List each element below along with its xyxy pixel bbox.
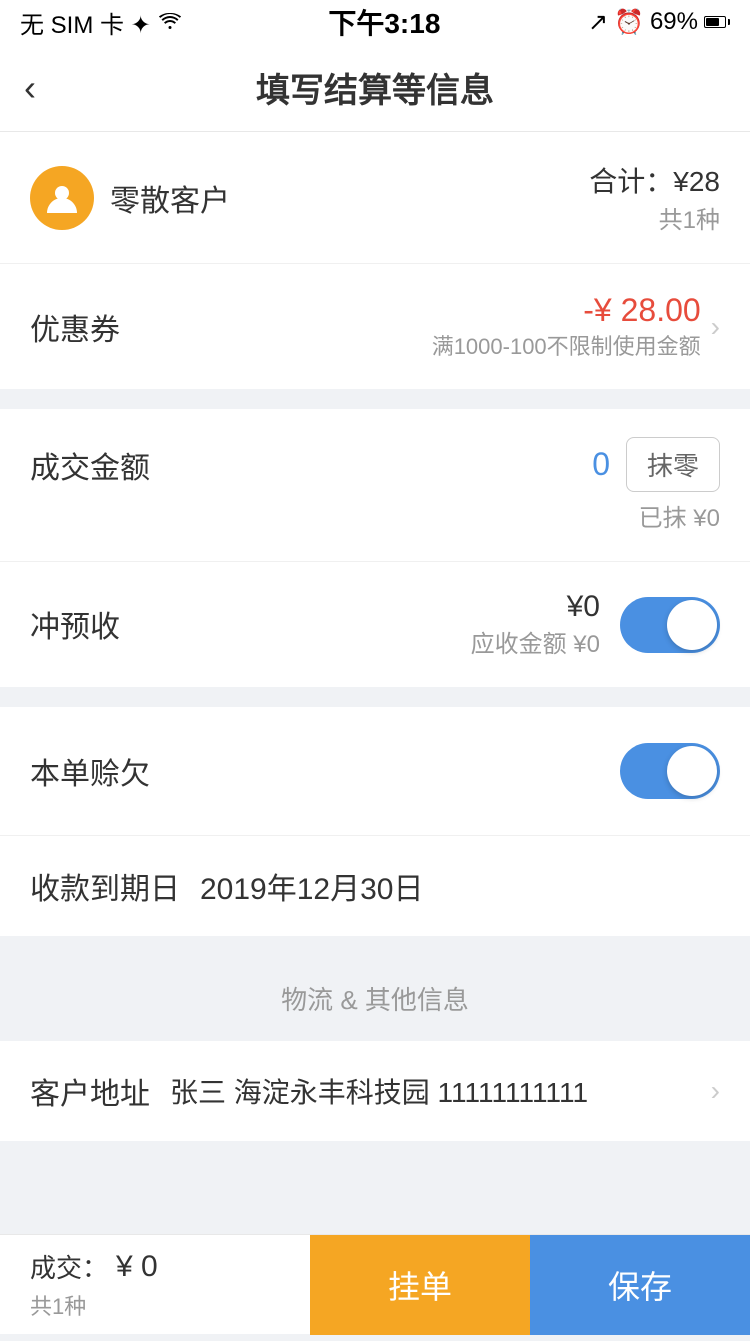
amount-row: 成交金额 0 抹零 已抹 ¥0 (0, 409, 750, 561)
prepayment-toggle[interactable] (620, 597, 720, 653)
amount-right: 0 抹零 已抹 ¥0 (592, 437, 720, 533)
coupon-right: -¥ 28.00 满1000-100不限制使用金额 › (432, 292, 720, 361)
battery-icon (704, 16, 730, 28)
debt-row: 本单赊欠 (0, 707, 750, 835)
status-time: 下午3:18 (328, 2, 440, 42)
coupon-desc: 满1000-100不限制使用金额 (432, 329, 701, 361)
bottom-count: 共1种 (30, 1289, 280, 1321)
back-button[interactable]: ‹ (24, 67, 36, 109)
prepayment-amount: ¥0 (471, 590, 600, 624)
address-row[interactable]: 客户地址 张三 海淀永丰科技园 11111111111 › (0, 1041, 750, 1141)
customer-count: 共1种 (589, 200, 720, 235)
amount-top: 0 抹零 (592, 437, 720, 492)
transaction-section: 成交金额 0 抹零 已抹 ¥0 冲预收 ¥0 应收金额 ¥0 (0, 409, 750, 687)
logistics-section-header: 物流 & 其他信息 (0, 956, 750, 1041)
customer-left: 零散客户 (30, 166, 230, 230)
coupon-chevron-icon: › (711, 311, 720, 343)
address-value: 张三 海淀永丰科技园 11111111111 (170, 1071, 711, 1111)
prepayment-right: ¥0 应收金额 ¥0 (471, 590, 720, 659)
bottom-deal-row: 成交： ¥ 0 (30, 1248, 280, 1285)
pending-button[interactable]: 挂单 (310, 1235, 530, 1335)
address-chevron-icon: › (711, 1075, 720, 1107)
bottom-bar: 成交： ¥ 0 共1种 挂单 保存 (0, 1234, 750, 1334)
customer-section: 零散客户 合计：¥28 共1种 优惠券 -¥ 28.00 满1000-100不限… (0, 132, 750, 389)
due-date-label: 收款到期日 (30, 864, 180, 908)
logistics-label: 物流 & 其他信息 (281, 985, 469, 1015)
debt-section: 本单赊欠 收款到期日 2019年12月30日 (0, 707, 750, 936)
round-zero-button[interactable]: 抹零 (626, 437, 720, 492)
location-icon: ↗ (588, 8, 608, 37)
customer-total: 合计：¥28 (589, 160, 720, 200)
bottom-summary: 成交： ¥ 0 共1种 (0, 1248, 310, 1321)
prepayment-receivable: 应收金额 ¥0 (471, 624, 600, 659)
status-left: 无 SIM 卡 ✦ (20, 5, 181, 40)
bottom-deal-label: 成交： (30, 1248, 108, 1285)
prepayment-label: 冲预收 (30, 590, 120, 646)
coupon-row[interactable]: 优惠券 -¥ 28.00 满1000-100不限制使用金额 › (0, 263, 750, 389)
amount-deducted: 已抹 ¥0 (639, 498, 720, 533)
customer-name: 零散客户 (110, 176, 230, 220)
gap-3 (0, 936, 750, 956)
gap-1 (0, 389, 750, 409)
sim-status: 无 SIM 卡 ✦ (20, 5, 151, 40)
toggle-knob (667, 600, 717, 650)
page-title: 填写结算等信息 (256, 63, 494, 112)
debt-toggle-knob (667, 746, 717, 796)
due-date-value: 2019年12月30日 (200, 864, 423, 908)
prepayment-row: 冲预收 ¥0 应收金额 ¥0 (0, 561, 750, 687)
amount-value: 0 (592, 446, 610, 483)
coupon-label: 优惠券 (30, 305, 120, 349)
battery-percentage: 69% (650, 8, 698, 36)
amount-label: 成交金额 (30, 437, 150, 487)
wifi-icon (159, 8, 181, 36)
status-right: ↗ ⏰ 69% (588, 8, 730, 37)
customer-right: 合计：¥28 共1种 (589, 160, 720, 235)
customer-avatar (30, 166, 94, 230)
gap-2 (0, 687, 750, 707)
bottom-deal-amount: ¥ 0 (116, 1250, 158, 1284)
debt-label: 本单赊欠 (30, 749, 150, 793)
coupon-amount: -¥ 28.00 (432, 292, 701, 329)
due-date-row: 收款到期日 2019年12月30日 (0, 835, 750, 936)
coupon-info: -¥ 28.00 满1000-100不限制使用金额 (432, 292, 701, 361)
alarm-icon: ⏰ (614, 8, 644, 37)
nav-bar: ‹ 填写结算等信息 (0, 44, 750, 132)
customer-row: 零散客户 合计：¥28 共1种 (0, 132, 750, 263)
debt-toggle[interactable] (620, 743, 720, 799)
prepayment-info: ¥0 应收金额 ¥0 (471, 590, 600, 659)
save-button[interactable]: 保存 (530, 1235, 750, 1335)
address-section: 客户地址 张三 海淀永丰科技园 11111111111 › (0, 1041, 750, 1141)
status-bar: 无 SIM 卡 ✦ 下午3:18 ↗ ⏰ 69% (0, 0, 750, 44)
address-label: 客户地址 (30, 1069, 150, 1113)
